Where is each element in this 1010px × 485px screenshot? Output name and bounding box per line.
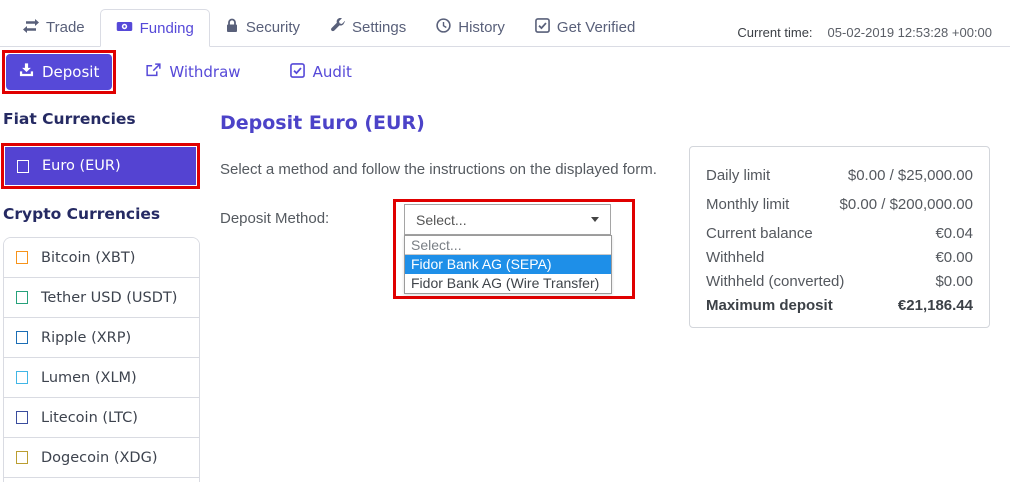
withdraw-button[interactable]: Withdraw [146,63,241,81]
limit-value: €0.04 [935,225,973,242]
deposit-method-row: Deposit Method: Select... Select... Fido… [220,199,680,299]
deposit-main: Deposit Euro (EUR) Select a method and f… [220,112,680,299]
sidebar-item-label: Lumen (XLM) [41,369,137,386]
deposit-method-select[interactable]: Select... [404,204,611,235]
sidebar-item-ripple[interactable]: Ripple (XRP) [4,318,199,358]
deposit-method-label: Deposit Method: [220,210,330,227]
withdraw-icon [146,63,161,81]
limit-row-current-balance: Current balance €0.04 [706,226,973,241]
crypto-currencies-heading: Crypto Currencies [3,205,161,223]
sidebar-item-label: Tether USD (USDT) [41,289,178,306]
audit-button[interactable]: Audit [289,62,352,82]
limit-row-withheld: Withheld €0.00 [706,250,973,265]
instructions-text: Select a method and follow the instructi… [220,161,657,178]
limit-label: Daily limit [706,167,771,184]
tab-history[interactable]: History [421,9,520,46]
sidebar-item-label: Dogecoin (XDG) [41,449,158,466]
sidebar-item-label: Bitcoin (XBT) [41,249,136,266]
sidebar-item-dogecoin[interactable]: Dogecoin (XDG) [4,438,199,478]
option-fidor-wire-transfer[interactable]: Fidor Bank AG (Wire Transfer) [405,274,611,293]
limit-row-withheld-converted: Withheld (converted) $0.00 [706,274,973,289]
tab-label: Funding [139,19,194,37]
download-icon [19,62,34,81]
page-title: Deposit Euro (EUR) [220,112,425,134]
deposit-method-options: Select... Fidor Bank AG (SEPA) Fidor Ban… [404,235,612,294]
annotation-box-deposit: Deposit [2,50,117,94]
sidebar-item-euro[interactable]: Euro (EUR) [5,147,196,185]
ripple-currency-icon [16,331,28,344]
lumen-currency-icon [16,371,28,384]
annotation-box-euro: Euro (EUR) [1,143,200,189]
tab-label: Trade [46,19,85,36]
audit-label: Audit [312,63,352,81]
option-fidor-sepa[interactable]: Fidor Bank AG (SEPA) [405,255,611,274]
limit-value: $0.00 / $25,000.00 [847,167,973,184]
check-square-icon [289,62,305,82]
funding-action-row: Deposit Withdraw Audit [2,50,352,94]
banknote-icon [116,19,133,38]
sidebar-item-label: Euro (EUR) [42,158,121,174]
deposit-button[interactable]: Deposit [6,54,113,90]
euro-currency-icon [17,159,29,173]
tab-settings[interactable]: Settings [315,9,421,46]
limit-value: €0.00 [935,249,973,266]
tab-label: Get Verified [556,19,636,36]
limit-label: Withheld [706,249,765,266]
tab-trade[interactable]: Trade [8,9,100,46]
crypto-currency-list: Bitcoin (XBT) Tether USD (USDT) Ripple (… [3,237,200,482]
current-time: Current time: 05-02-2019 12:53:28 +00:00 [737,25,992,40]
currency-sidebar: Fiat Currencies Euro (EUR) Crypto Curren… [1,110,200,482]
funding-page: Trade Funding Security Settings History … [0,0,1010,485]
limit-value: €21,186.44 [897,297,973,314]
exchange-icon [23,18,39,37]
annotation-box-dropdown: Select... Select... Fidor Bank AG (SEPA)… [393,199,635,299]
limit-value: $0.00 / $200,000.00 [839,196,973,213]
sidebar-item-label: Ripple (XRP) [41,329,132,346]
limit-row-monthly: Monthly limit $0.00 / $200,000.00 [706,197,973,212]
fiat-currencies-heading: Fiat Currencies [3,110,136,128]
dogecoin-currency-icon [16,451,28,464]
sidebar-item-tether[interactable]: Tether USD (USDT) [4,278,199,318]
sidebar-item-litecoin[interactable]: Litecoin (LTC) [4,398,199,438]
limit-label: Current balance [706,225,813,242]
option-select-placeholder[interactable]: Select... [405,236,611,255]
sidebar-item-lumen[interactable]: Lumen (XLM) [4,358,199,398]
limit-label: Withheld (converted) [706,273,845,290]
deposit-limits-panel: Daily limit $0.00 / $25,000.00 Monthly l… [689,146,990,328]
limit-label: Monthly limit [706,196,790,213]
limit-row-maximum-deposit: Maximum deposit €21,186.44 [706,298,973,313]
limit-label: Maximum deposit [706,297,833,314]
tab-funding[interactable]: Funding [99,9,210,47]
tab-label: History [458,19,505,36]
wrench-icon [330,17,346,37]
withdraw-label: Withdraw [169,63,241,81]
tether-currency-icon [16,291,28,304]
select-value: Select... [416,211,467,228]
deposit-button-label: Deposit [42,62,100,81]
sidebar-item-bitcoin[interactable]: Bitcoin (XBT) [4,238,199,278]
bitcoin-currency-icon [16,251,28,264]
chevron-down-icon [591,217,599,222]
tab-label: Settings [352,19,407,36]
litecoin-currency-icon [16,411,28,424]
tab-get-verified[interactable]: Get Verified [520,9,650,46]
limit-value: $0.00 [935,273,973,290]
limit-row-daily: Daily limit $0.00 / $25,000.00 [706,168,973,183]
clock-icon [436,18,451,37]
check-square-icon [535,18,550,37]
current-time-label: Current time: [737,25,813,40]
lock-icon [225,18,239,37]
current-time-value: 05-02-2019 12:53:28 +00:00 [827,25,992,40]
tab-label: Security [245,19,301,36]
sidebar-item-label: Litecoin (LTC) [41,409,138,426]
tab-security[interactable]: Security [210,9,315,46]
sidebar-item-partial [4,478,199,482]
